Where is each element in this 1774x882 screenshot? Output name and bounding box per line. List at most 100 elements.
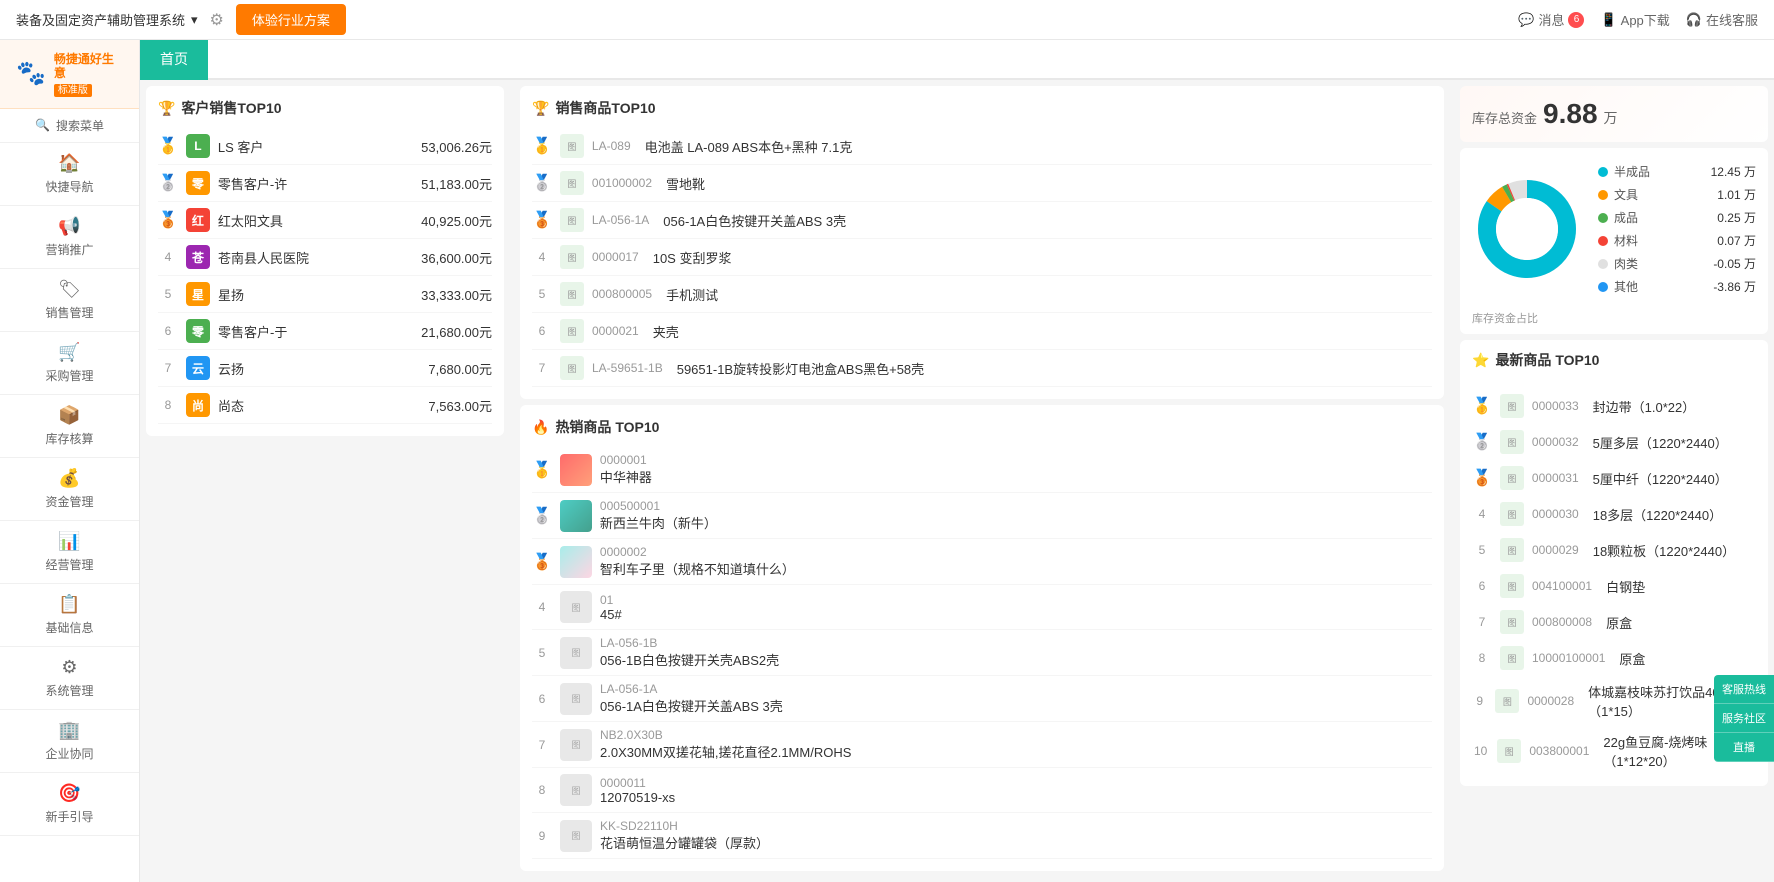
newest-item-2[interactable]: 🥈 图 0000032 5厘多层（1220*2440） bbox=[1460, 424, 1768, 460]
product-placeholder: 图 bbox=[560, 356, 584, 380]
newest-item-6[interactable]: 6 图 004100001 白钢垫 bbox=[1460, 568, 1768, 604]
rank-number: 6 bbox=[158, 324, 178, 338]
customer-item-5[interactable]: 5 星 星扬 33,333.00元 bbox=[158, 276, 492, 313]
sidebar-item-marketing[interactable]: 📢 营销推广 bbox=[0, 206, 139, 269]
legend-item-semifinished: 半成品 12.45 万 bbox=[1598, 160, 1756, 183]
search-nav-item[interactable]: 🔍 搜索菜单 bbox=[0, 109, 139, 143]
legend-label: 半成品 bbox=[1614, 163, 1705, 180]
try-industry-button[interactable]: 体验行业方案 bbox=[236, 4, 346, 35]
sales-item-6[interactable]: 6 图 0000021 夹壳 bbox=[532, 313, 1432, 350]
gear-icon[interactable]: ⚙ bbox=[210, 10, 224, 30]
customer-item-2[interactable]: 🥈 零 零售客户-许 51,183.00元 bbox=[158, 165, 492, 202]
sidebar-label: 资金管理 bbox=[45, 493, 93, 510]
product-code: 003800001 bbox=[1529, 744, 1589, 758]
sidebar-label: 基础信息 bbox=[45, 619, 93, 636]
sales-item-7[interactable]: 7 图 LA-59651-1B 59651-1B旋转投影灯电池盒ABS黑色+58… bbox=[532, 350, 1432, 387]
sidebar-item-quick-nav[interactable]: 🏠 快捷导航 bbox=[0, 143, 139, 206]
live-broadcast-button[interactable]: 直播 bbox=[1714, 733, 1774, 762]
product-code: 10000100001 bbox=[1532, 651, 1605, 665]
sales-item-1[interactable]: 🥇 图 LA-089 电池盖 LA-089 ABS本色+黑种 7.1克 bbox=[532, 128, 1432, 165]
customer-amount: 21,680.00元 bbox=[421, 322, 492, 341]
sales-item-2[interactable]: 🥈 图 001000002 雪地靴 bbox=[532, 165, 1432, 202]
customer-name: 零售客户-于 bbox=[218, 322, 413, 341]
hot-item-5[interactable]: 5 图 LA-056-1B 056-1B白色按键开关壳ABS2壳 bbox=[532, 630, 1432, 676]
customer-amount: 36,600.00元 bbox=[421, 248, 492, 267]
rank-number: 8 bbox=[158, 398, 178, 412]
product-name: 白钢垫 bbox=[1606, 577, 1645, 596]
product-code: 0000021 bbox=[592, 324, 639, 338]
customer-amount: 53,006.26元 bbox=[421, 137, 492, 156]
messages-badge: 6 bbox=[1568, 12, 1584, 28]
rank-number: 5 bbox=[532, 287, 552, 301]
sidebar-item-basic[interactable]: 📋 基础信息 bbox=[0, 584, 139, 647]
product-name: 59651-1B旋转投影灯电池盒ABS黑色+58壳 bbox=[677, 359, 924, 378]
newest-item-8[interactable]: 8 图 10000100001 原盒 bbox=[1460, 640, 1768, 676]
customer-amount: 33,333.00元 bbox=[421, 285, 492, 304]
legend-item-finished: 成品 0.25 万 bbox=[1598, 206, 1756, 229]
newest-item-3[interactable]: 🥉 图 0000031 5厘中纤（1220*2440） bbox=[1460, 460, 1768, 496]
enterprise-icon: 🏢 bbox=[58, 720, 80, 741]
product-image: 图 bbox=[560, 591, 592, 623]
product-name: 原盒 bbox=[1619, 649, 1645, 668]
messages-button[interactable]: 💬 消息 6 bbox=[1518, 10, 1584, 29]
online-service-button[interactable]: 🎧 在线客服 bbox=[1686, 10, 1758, 29]
customer-badge: 星 bbox=[186, 282, 210, 306]
inventory-chart-card: 半成品 12.45 万 文具 1.01 万 成品 0 bbox=[1460, 148, 1768, 334]
sidebar-item-system[interactable]: ⚙ 系统管理 bbox=[0, 647, 139, 710]
hot-item-2[interactable]: 🥈 000500001 新西兰牛肉（新牛） bbox=[532, 493, 1432, 539]
customer-item-4[interactable]: 4 苍 苍南县人民医院 36,600.00元 bbox=[158, 239, 492, 276]
service-community-button[interactable]: 服务社区 bbox=[1714, 704, 1774, 733]
hot-item-1[interactable]: 🥇 0000001 中华神器 bbox=[532, 447, 1432, 493]
hot-item-8[interactable]: 8 图 0000011 12070519-xs bbox=[532, 768, 1432, 813]
product-name: 夹壳 bbox=[653, 322, 679, 341]
customer-top10-card: 🏆 客户销售TOP10 🥇 L LS 客户 53,006.26元 🥈 零 bbox=[146, 86, 504, 436]
sidebar-item-finance[interactable]: 💰 资金管理 bbox=[0, 458, 139, 521]
customer-item-3[interactable]: 🥉 红 红太阳文具 40,925.00元 bbox=[158, 202, 492, 239]
rank-number: 4 bbox=[532, 600, 552, 614]
sidebar-item-inventory[interactable]: 📦 库存核算 bbox=[0, 395, 139, 458]
product-code: LA-089 bbox=[592, 139, 631, 153]
newest-item-5[interactable]: 5 图 0000029 18颗粒板（1220*2440） bbox=[1460, 532, 1768, 568]
newest-item-7[interactable]: 7 图 000800008 原盒 bbox=[1460, 604, 1768, 640]
legend-item-meat: 肉类 -0.05 万 bbox=[1598, 252, 1756, 275]
hot-item-9[interactable]: 9 图 KK-SD22110H 花语萌恒温分罐罐袋（厚款） bbox=[532, 813, 1432, 859]
customer-amount: 40,925.00元 bbox=[421, 211, 492, 230]
newest-item-4[interactable]: 4 图 0000030 18多层（1220*2440） bbox=[1460, 496, 1768, 532]
rank-number: 7 bbox=[158, 361, 178, 375]
app-download-button[interactable]: 📱 App下载 bbox=[1600, 10, 1669, 29]
system-selector[interactable]: 装备及固定资产辅助管理系统 ▾ bbox=[16, 10, 198, 29]
sidebar-item-guide[interactable]: 🎯 新手引导 bbox=[0, 773, 139, 836]
hot-item-3[interactable]: 🥉 0000002 智利车子里（规格不知道填什么） bbox=[532, 539, 1432, 585]
sidebar-item-enterprise[interactable]: 🏢 企业协同 bbox=[0, 710, 139, 773]
sidebar-item-sales[interactable]: 🏷 销售管理 bbox=[0, 269, 139, 332]
hot-item-4[interactable]: 4 图 01 45# bbox=[532, 585, 1432, 630]
customer-item-1[interactable]: 🥇 L LS 客户 53,006.26元 bbox=[158, 128, 492, 165]
sales-item-3[interactable]: 🥉 图 LA-056-1A 056-1A白色按键开关盖ABS 3壳 bbox=[532, 202, 1432, 239]
rank-number: 7 bbox=[532, 361, 552, 375]
product-name: 5厘中纤（1220*2440） bbox=[1593, 469, 1728, 488]
sidebar-item-operations[interactable]: 📊 经营管理 bbox=[0, 521, 139, 584]
product-image: 图 bbox=[560, 683, 592, 715]
hot-item-7[interactable]: 7 图 NB2.0X30B 2.0X30MM双搓花轴,搓花直径2.1MM/ROH… bbox=[532, 722, 1432, 768]
content-panels: 🏆 客户销售TOP10 🥇 L LS 客户 53,006.26元 🥈 零 bbox=[140, 80, 1774, 882]
search-icon: 🔍 bbox=[35, 118, 50, 132]
sidebar-item-purchase[interactable]: 🛒 采购管理 bbox=[0, 332, 139, 395]
customer-service-hotline-button[interactable]: 客服热线 bbox=[1714, 675, 1774, 704]
system-icon: ⚙ bbox=[61, 657, 77, 678]
sales-item-4[interactable]: 4 图 0000017 10S 变刮罗浆 bbox=[532, 239, 1432, 276]
product-placeholder: 图 bbox=[1500, 574, 1524, 598]
sales-item-5[interactable]: 5 图 000800005 手机测试 bbox=[532, 276, 1432, 313]
product-code: 001000002 bbox=[592, 176, 652, 190]
customer-item-7[interactable]: 7 云 云扬 7,680.00元 bbox=[158, 350, 492, 387]
legend-label: 文具 bbox=[1614, 186, 1711, 203]
newest-item-1[interactable]: 🥇 图 0000033 封边带（1.0*22） bbox=[1460, 388, 1768, 424]
headset-icon: 🎧 bbox=[1686, 12, 1702, 28]
customer-item-8[interactable]: 8 尚 尚态 7,563.00元 bbox=[158, 387, 492, 424]
gold-medal-icon: 🥇 bbox=[1472, 396, 1492, 416]
tab-home[interactable]: 首页 bbox=[140, 40, 208, 80]
sidebar-label: 营销推广 bbox=[45, 241, 93, 258]
hot-item-6[interactable]: 6 图 LA-056-1A 056-1A白色按键开关盖ABS 3壳 bbox=[532, 676, 1432, 722]
finance-icon: 💰 bbox=[58, 468, 80, 489]
product-code: LA-056-1A bbox=[592, 213, 649, 227]
customer-item-6[interactable]: 6 零 零售客户-于 21,680.00元 bbox=[158, 313, 492, 350]
